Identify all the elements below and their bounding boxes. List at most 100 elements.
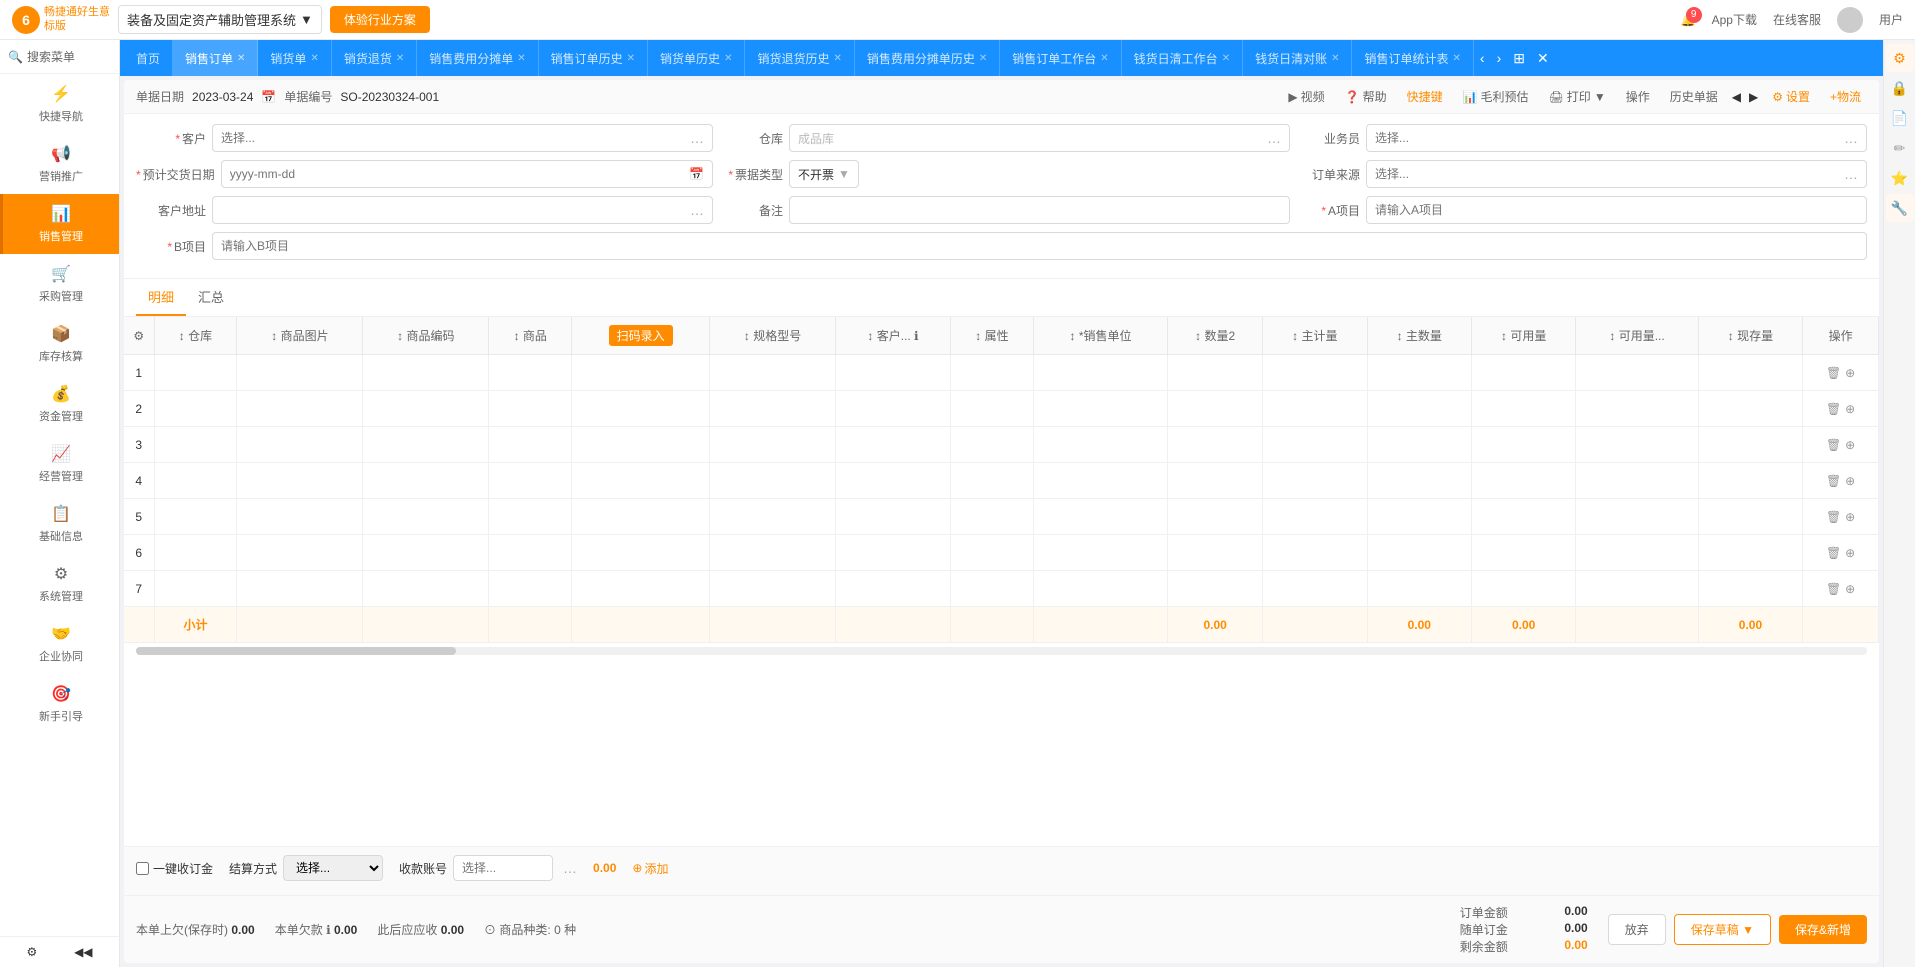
profit-btn[interactable]: 📊 毛利预估 <box>1457 86 1535 107</box>
solution-button[interactable]: 体验行业方案 <box>330 6 430 33</box>
notes-input-field[interactable] <box>798 203 1281 217</box>
col-qty2[interactable]: ↕ 数量2 <box>1168 317 1263 355</box>
warehouse-more-icon[interactable]: … <box>1267 130 1281 146</box>
scrollbar-thumb[interactable] <box>136 647 456 655</box>
action-btn[interactable]: 操作 <box>1620 86 1656 107</box>
notification-bell[interactable]: 🔔 9 <box>1681 13 1696 27</box>
customer-more-icon[interactable]: … <box>690 130 704 146</box>
row-copy-icon[interactable]: ⊕ <box>1845 402 1855 416</box>
row-delete-icon[interactable]: 🗑 <box>1826 582 1841 596</box>
tab-close-daily-reconcile[interactable]: ✕ <box>1331 53 1339 64</box>
nav-prev-icon[interactable]: ◀ <box>1732 90 1741 104</box>
col-product[interactable]: ↕ 商品 <box>489 317 572 355</box>
account-input[interactable] <box>453 855 553 881</box>
tab-sales-slip-history[interactable]: 销货单历史 ✕ <box>648 40 745 76</box>
user-avatar[interactable] <box>1837 7 1863 33</box>
customer-input[interactable]: … <box>212 124 713 152</box>
tab-order-workbench[interactable]: 销售订单工作台 ✕ <box>1000 40 1121 76</box>
sidebar-item-system[interactable]: ⚙ 系统管理 <box>0 554 119 614</box>
tab-daily-reconcile[interactable]: 钱货日清对账 ✕ <box>1243 40 1352 76</box>
col-main-qty[interactable]: ↕ 主数量 <box>1367 317 1471 355</box>
app-download-link[interactable]: App下载 <box>1712 11 1757 28</box>
row-delete-icon[interactable]: 🗑 <box>1826 474 1841 488</box>
address-more-icon[interactable]: … <box>690 202 704 218</box>
warehouse-input[interactable]: … <box>789 124 1290 152</box>
row-copy-icon[interactable]: ⊕ <box>1845 474 1855 488</box>
shortcut-btn[interactable]: 快捷键 <box>1401 86 1449 107</box>
row-copy-icon[interactable]: ⊕ <box>1845 366 1855 380</box>
sidebar-item-cooperation[interactable]: 🤝 企业协同 <box>0 614 119 674</box>
discard-button[interactable]: 放弃 <box>1608 914 1666 945</box>
history-btn[interactable]: 历史单据 <box>1664 86 1724 107</box>
tab-close-order-workbench[interactable]: ✕ <box>1100 53 1108 64</box>
row-copy-icon[interactable]: ⊕ <box>1845 546 1855 560</box>
right-icon-scan[interactable]: 🔧 <box>1886 194 1914 222</box>
sidebar-item-inventory[interactable]: 📦 库存核算 <box>0 314 119 374</box>
settings-icon[interactable]: ⚙ <box>26 945 37 959</box>
view-btn[interactable]: ▶ 视频 <box>1282 86 1330 107</box>
invoice-select[interactable]: 不开票 ▼ <box>789 160 859 188</box>
b-project-input-field[interactable] <box>221 239 1858 253</box>
quick-order-checkbox[interactable]: 一键收订金 <box>136 860 213 877</box>
tab-prev-button[interactable]: ‹ <box>1474 46 1491 70</box>
tab-daily-workbench[interactable]: 钱货日清工作台 ✕ <box>1122 40 1243 76</box>
tab-summary[interactable]: 汇总 <box>186 279 236 316</box>
add-button[interactable]: ⊕ 添加 <box>632 860 668 877</box>
row-delete-icon[interactable]: 🗑 <box>1826 546 1841 560</box>
col-available2[interactable]: ↕ 可用量... <box>1576 317 1698 355</box>
scan-button[interactable]: 扫码录入 <box>609 325 673 346</box>
tab-sales-order-history[interactable]: 销售订单历史 ✕ <box>539 40 648 76</box>
account-more-icon[interactable]: … <box>563 860 577 876</box>
sidebar-item-basic[interactable]: 📋 基础信息 <box>0 494 119 554</box>
col-main-unit[interactable]: ↕ 主计量 <box>1263 317 1367 355</box>
print-btn[interactable]: 🖨 打印 ▼ <box>1543 86 1612 107</box>
tab-expand-button[interactable]: ⊞ <box>1507 46 1531 71</box>
col-scan[interactable]: 扫码录入 <box>572 317 710 355</box>
row-copy-icon[interactable]: ⊕ <box>1845 510 1855 524</box>
delivery-input-field[interactable] <box>230 167 689 181</box>
row-copy-icon[interactable]: ⊕ <box>1845 582 1855 596</box>
b-project-input[interactable] <box>212 232 1867 260</box>
tab-close-sales-slip[interactable]: ✕ <box>310 53 318 64</box>
setting-btn[interactable]: ⚙ 设置 <box>1766 86 1816 107</box>
calendar-icon[interactable]: 📅 <box>261 90 276 104</box>
sidebar-item-marketing[interactable]: 📢 营销推广 <box>0 134 119 194</box>
sidebar-item-purchase[interactable]: 🛒 采购管理 <box>0 254 119 314</box>
staff-input-field[interactable] <box>1375 131 1840 145</box>
a-project-input-field[interactable] <box>1375 203 1858 217</box>
col-code[interactable]: ↕ 商品编码 <box>363 317 489 355</box>
sidebar-item-operations[interactable]: 📈 经营管理 <box>0 434 119 494</box>
tab-home[interactable]: 首页 <box>124 40 173 76</box>
tab-sales-expense[interactable]: 销售费用分摊单 ✕ <box>417 40 538 76</box>
row-delete-icon[interactable]: 🗑 <box>1826 402 1841 416</box>
right-icon-star[interactable]: ⭐ <box>1886 164 1914 192</box>
col-available[interactable]: ↕ 可用量 <box>1471 317 1575 355</box>
row-delete-icon[interactable]: 🗑 <box>1826 438 1841 452</box>
order-source-input-field[interactable] <box>1375 167 1840 181</box>
tab-close-sales-order[interactable]: ✕ <box>237 53 245 64</box>
tab-close-all-button[interactable]: ✕ <box>1531 46 1555 71</box>
save-button[interactable]: 保存&新增 <box>1779 915 1867 944</box>
sidebar-item-quick-nav[interactable]: ⚡ 快捷导航 <box>0 74 119 134</box>
system-title[interactable]: 装备及固定资产辅助管理系统 ▼ <box>118 5 322 34</box>
delivery-input[interactable]: 📅 <box>221 160 713 188</box>
sidebar-search[interactable]: 🔍 搜索菜单 <box>0 40 119 74</box>
online-service-link[interactable]: 在线客服 <box>1773 11 1821 28</box>
col-unit[interactable]: ↕ *销售单位 <box>1033 317 1167 355</box>
sidebar-collapse-icon[interactable]: ◀◀ <box>74 945 92 959</box>
addon-btn[interactable]: +物流 <box>1824 86 1867 107</box>
tab-close-expense-history[interactable]: ✕ <box>979 53 987 64</box>
col-current[interactable]: ↕ 现存量 <box>1698 317 1802 355</box>
tab-close-return-history[interactable]: ✕ <box>833 53 841 64</box>
col-customer-info[interactable]: ↕ 客户... ℹ <box>835 317 950 355</box>
a-project-input[interactable] <box>1366 196 1867 224</box>
tab-next-button[interactable]: › <box>1491 46 1508 70</box>
staff-input[interactable]: … <box>1366 124 1867 152</box>
tab-close-sales-slip-history[interactable]: ✕ <box>724 53 732 64</box>
tab-return-history[interactable]: 销货退货历史 ✕ <box>745 40 854 76</box>
row-delete-icon[interactable]: 🗑 <box>1826 366 1841 380</box>
quick-order-check[interactable] <box>136 862 149 875</box>
col-warehouse[interactable]: ↕ 仓库 <box>154 317 237 355</box>
row-delete-icon[interactable]: 🗑 <box>1826 510 1841 524</box>
sidebar-item-guide[interactable]: 🎯 新手引导 <box>0 674 119 734</box>
